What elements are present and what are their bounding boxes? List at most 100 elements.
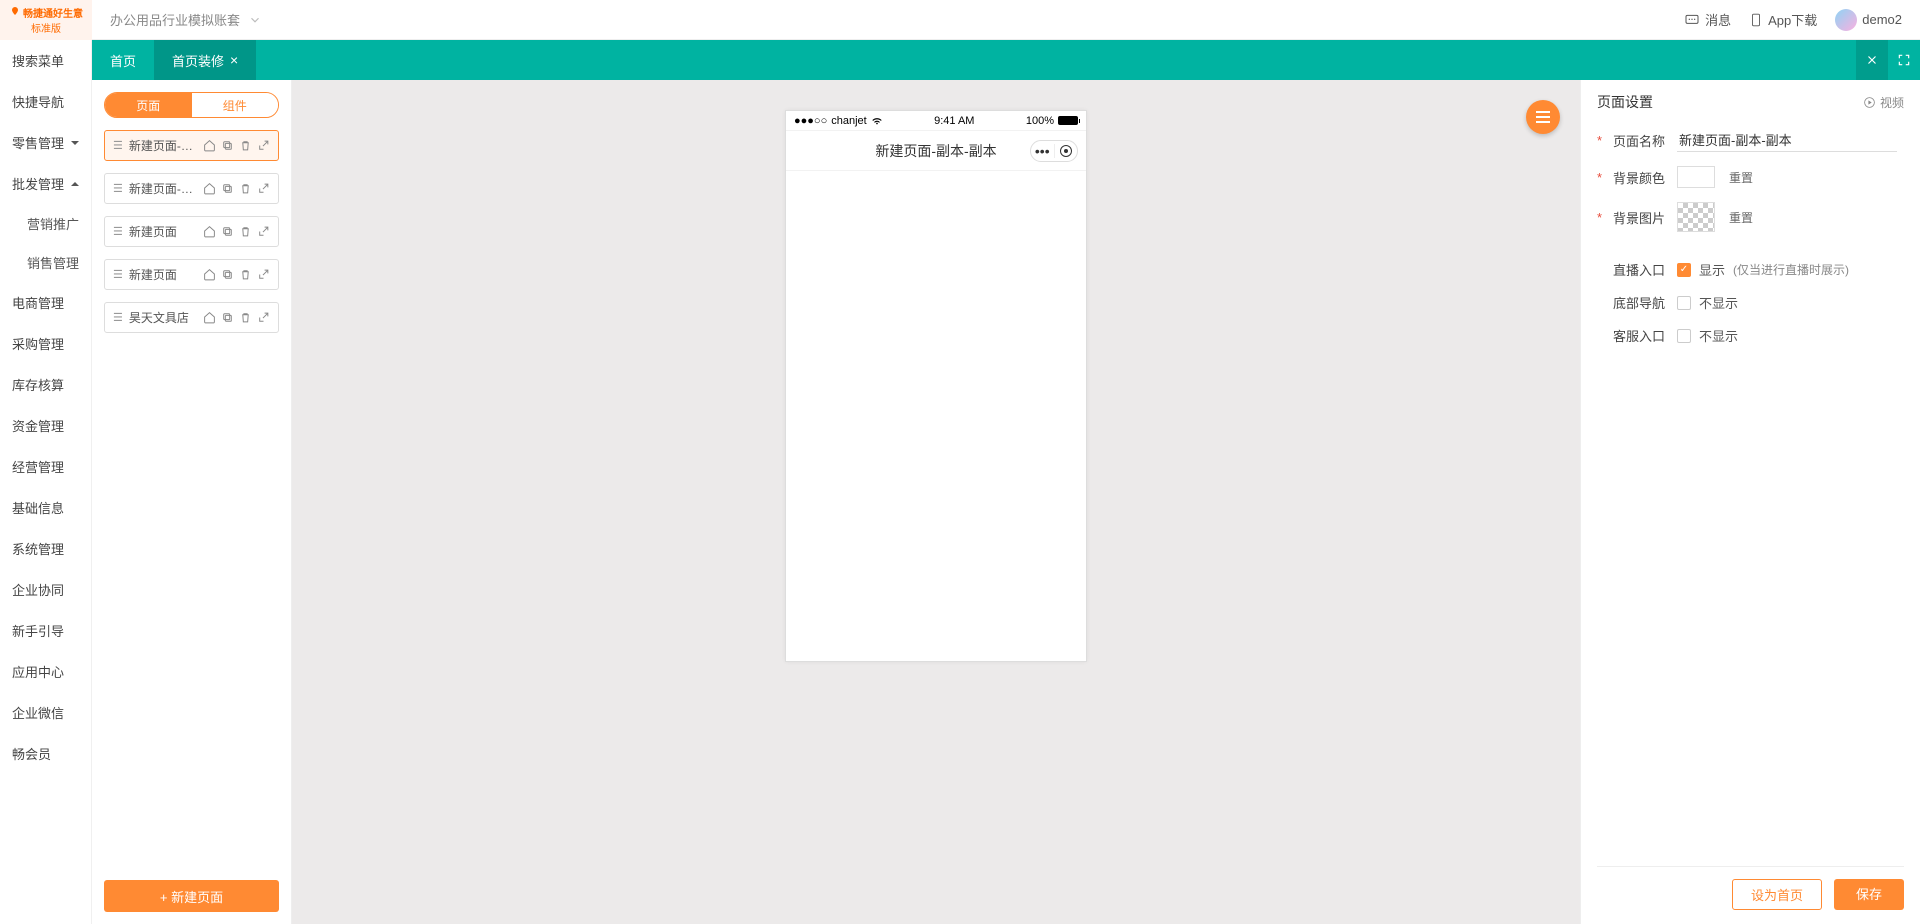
- brand-name: 畅捷通好生意: [23, 5, 83, 20]
- delete-icon[interactable]: [238, 225, 252, 239]
- page-name-input[interactable]: [1677, 128, 1897, 152]
- message-icon: [1684, 12, 1700, 28]
- nav-ecommerce[interactable]: 电商管理: [0, 282, 91, 323]
- copy-icon[interactable]: [220, 182, 234, 196]
- logo[interactable]: 畅捷通好生意 标准版: [0, 0, 92, 40]
- live-checkbox-label: 显示: [1699, 260, 1725, 279]
- page-name: 新建页面-副本...: [129, 137, 196, 154]
- user-menu[interactable]: demo2: [1835, 9, 1902, 31]
- capsule-menu-icon[interactable]: •••: [1031, 143, 1054, 159]
- chevron-down-icon: [248, 13, 262, 27]
- nav-member[interactable]: 畅会员: [0, 733, 91, 774]
- phone-page-title: 新建页面-副本-副本: [875, 141, 996, 161]
- tab-close-icon[interactable]: ×: [230, 52, 238, 68]
- bottom-nav-checkbox[interactable]: [1677, 296, 1691, 310]
- tabstrip-fullscreen-button[interactable]: [1888, 40, 1920, 80]
- nav-wholesale-marketing[interactable]: 营销推广: [0, 204, 91, 243]
- page-item[interactable]: ☰ 新建页面-副本...: [104, 130, 279, 161]
- copy-icon[interactable]: [220, 225, 234, 239]
- home-icon[interactable]: [202, 268, 216, 282]
- context-selector[interactable]: 办公用品行业模拟账套: [110, 10, 262, 29]
- nav-search[interactable]: 搜索菜单: [0, 40, 91, 81]
- app-download-link[interactable]: App下载: [1749, 10, 1817, 29]
- bg-color-swatch[interactable]: [1677, 166, 1715, 188]
- copy-icon[interactable]: [220, 311, 234, 325]
- battery-pct: 100%: [1026, 115, 1054, 127]
- page-name: 新建页面: [129, 266, 196, 283]
- bottom-nav-label: 底部导航: [1613, 293, 1669, 312]
- open-icon[interactable]: [256, 225, 270, 239]
- video-link[interactable]: 视频: [1863, 94, 1904, 111]
- home-icon[interactable]: [202, 182, 216, 196]
- bg-color-reset[interactable]: 重置: [1729, 169, 1753, 186]
- toolbox-fab[interactable]: [1526, 100, 1560, 134]
- set-home-button[interactable]: 设为首页: [1732, 879, 1822, 910]
- page-name: 新建页面-副本: [129, 180, 196, 197]
- open-icon[interactable]: [256, 182, 270, 196]
- seg-components[interactable]: 组件: [192, 93, 279, 117]
- service-checkbox[interactable]: [1677, 329, 1691, 343]
- nav-wholesale-sales[interactable]: 销售管理: [0, 243, 91, 282]
- home-icon[interactable]: [202, 225, 216, 239]
- phone-body[interactable]: [786, 171, 1086, 661]
- messages-link[interactable]: 消息: [1684, 10, 1731, 29]
- delete-icon[interactable]: [238, 311, 252, 325]
- nav-wholesale[interactable]: 批发管理: [0, 163, 91, 204]
- delete-icon[interactable]: [238, 268, 252, 282]
- page-item[interactable]: ☰ 新建页面: [104, 216, 279, 247]
- nav-retail[interactable]: 零售管理: [0, 122, 91, 163]
- nav-system[interactable]: 系统管理: [0, 528, 91, 569]
- tabstrip: 首页 首页装修 ×: [92, 40, 1920, 80]
- drag-handle-icon[interactable]: ☰: [113, 311, 123, 324]
- nav-funds[interactable]: 资金管理: [0, 405, 91, 446]
- nav-appcenter[interactable]: 应用中心: [0, 651, 91, 692]
- time: 9:41 AM: [934, 115, 974, 127]
- bottom-nav-checkbox-label: 不显示: [1699, 293, 1738, 312]
- new-page-button[interactable]: + 新建页面: [104, 880, 279, 912]
- nav-inventory[interactable]: 库存核算: [0, 364, 91, 405]
- service-checkbox-label: 不显示: [1699, 326, 1738, 345]
- nav-operations[interactable]: 经营管理: [0, 446, 91, 487]
- page-item[interactable]: ☰ 昊天文具店: [104, 302, 279, 333]
- carrier: chanjet: [831, 115, 866, 127]
- nav-guide[interactable]: 新手引导: [0, 610, 91, 651]
- delete-icon[interactable]: [238, 182, 252, 196]
- nav-basic[interactable]: 基础信息: [0, 487, 91, 528]
- bg-image-reset[interactable]: 重置: [1729, 209, 1753, 226]
- delete-icon[interactable]: [238, 139, 252, 153]
- live-checkbox[interactable]: ✓: [1677, 263, 1691, 277]
- page-item[interactable]: ☰ 新建页面-副本: [104, 173, 279, 204]
- page-item[interactable]: ☰ 新建页面: [104, 259, 279, 290]
- seg-pages[interactable]: 页面: [105, 93, 192, 117]
- home-icon[interactable]: [202, 139, 216, 153]
- bg-image-label: 背景图片: [1613, 208, 1669, 227]
- open-icon[interactable]: [256, 311, 270, 325]
- save-button[interactable]: 保存: [1834, 879, 1904, 910]
- copy-icon[interactable]: [220, 139, 234, 153]
- bg-image-picker[interactable]: [1677, 202, 1715, 232]
- tabstrip-close-button[interactable]: [1856, 40, 1888, 80]
- nav-wecom[interactable]: 企业微信: [0, 692, 91, 733]
- nav-purchase[interactable]: 采购管理: [0, 323, 91, 364]
- caret-down-icon: [71, 141, 79, 145]
- open-icon[interactable]: [256, 268, 270, 282]
- capsule-close-icon[interactable]: [1055, 145, 1078, 157]
- settings-title: 页面设置: [1597, 92, 1653, 112]
- service-label: 客服入口: [1613, 326, 1669, 345]
- context-label: 办公用品行业模拟账套: [110, 10, 240, 29]
- drag-handle-icon[interactable]: ☰: [113, 268, 123, 281]
- drag-handle-icon[interactable]: ☰: [113, 225, 123, 238]
- nav-quick[interactable]: 快捷导航: [0, 81, 91, 122]
- page-name-label: 页面名称: [1613, 131, 1669, 150]
- copy-icon[interactable]: [220, 268, 234, 282]
- drag-handle-icon[interactable]: ☰: [113, 139, 123, 152]
- nav-collab[interactable]: 企业协同: [0, 569, 91, 610]
- home-icon[interactable]: [202, 311, 216, 325]
- pagelist: 页面 组件 ☰ 新建页面-副本... ☰ 新建页面-副本: [92, 80, 292, 924]
- drag-handle-icon[interactable]: ☰: [113, 182, 123, 195]
- tab-home[interactable]: 首页: [92, 40, 154, 80]
- open-icon[interactable]: [256, 139, 270, 153]
- page-name: 昊天文具店: [129, 309, 196, 326]
- tab-home-decor[interactable]: 首页装修 ×: [154, 40, 256, 80]
- app-download-label: App下载: [1768, 10, 1817, 29]
